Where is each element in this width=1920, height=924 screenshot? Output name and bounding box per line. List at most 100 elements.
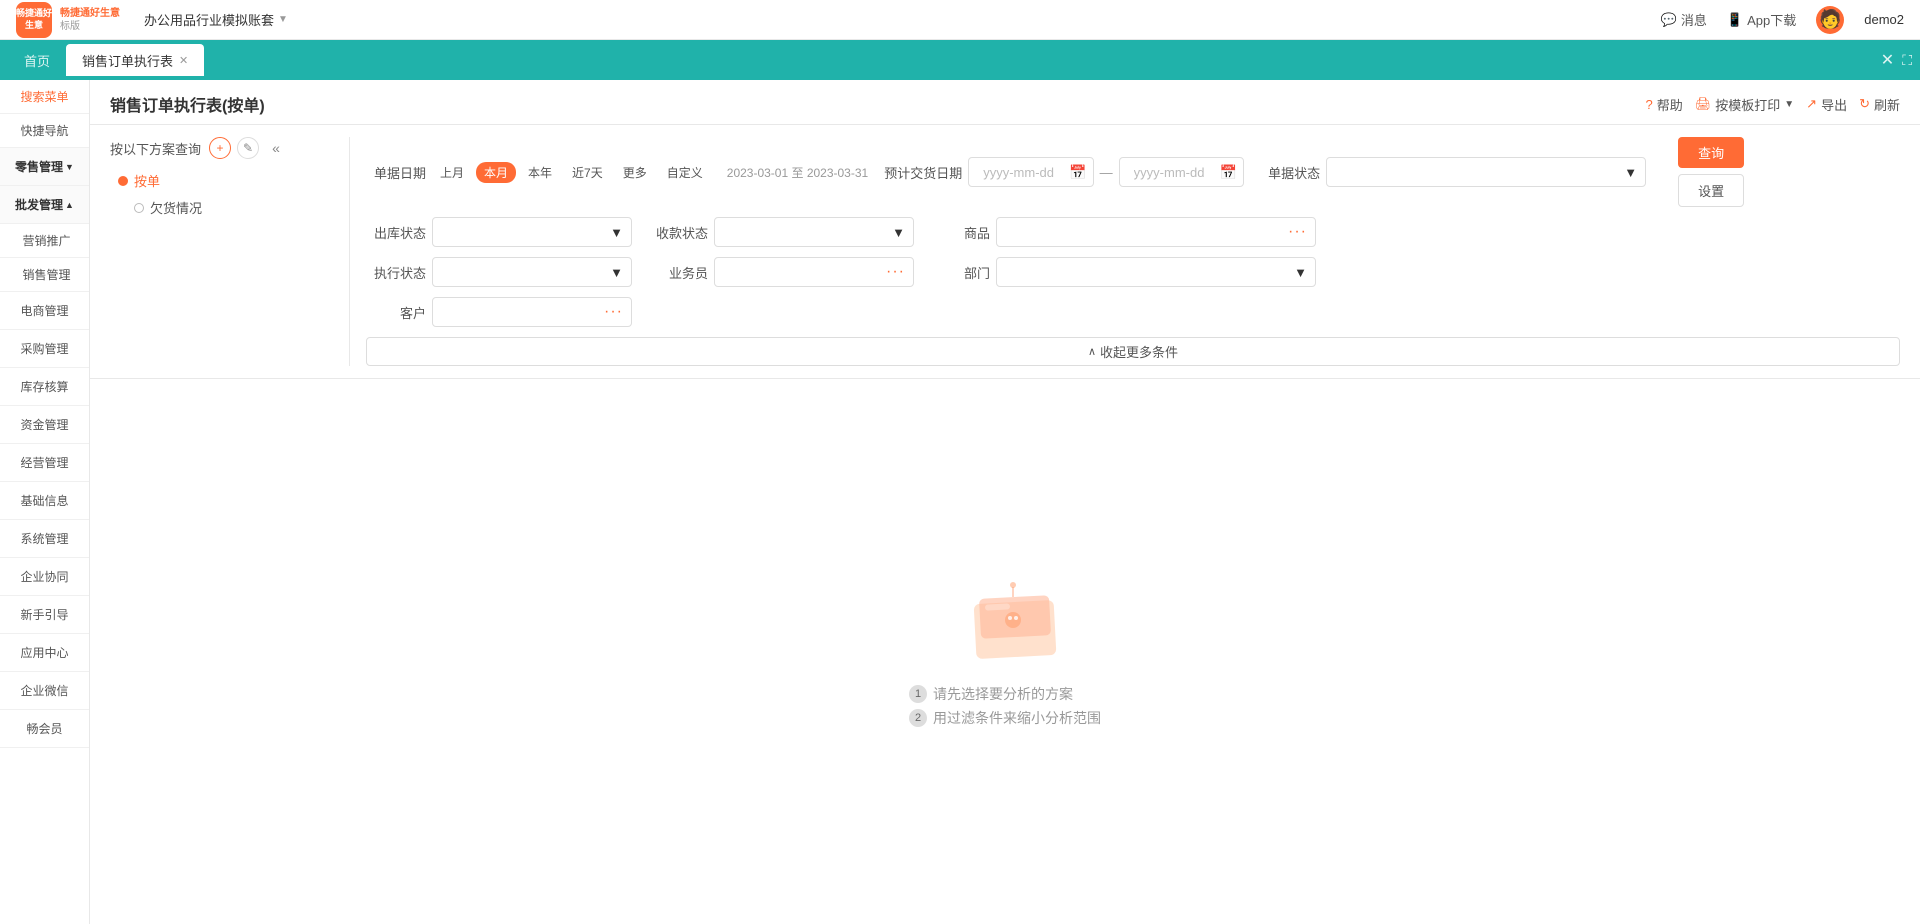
refresh-btn[interactable]: ↻ 刷新 (1859, 95, 1900, 114)
sidebar-item-sales[interactable]: 销售管理 (0, 258, 89, 292)
customer-select[interactable]: ··· (432, 297, 632, 327)
date-tabs-group: 上月 本月 本年 近7天 更多 自定义 (432, 162, 711, 183)
gray-circle-icon (134, 203, 144, 213)
plan-item-overdue[interactable]: 欠货情况 (110, 194, 333, 221)
sidebar-item-enterprise[interactable]: 企业协同 (0, 558, 89, 596)
filter-date-field: 单据日期 上月 本月 本年 近7天 更多 自定义 (366, 162, 711, 183)
date-tab-this-year[interactable]: 本年 (520, 162, 560, 183)
tab-sales-exec[interactable]: 销售订单执行表 ✕ (66, 44, 204, 76)
more-dots-salesperson-icon[interactable]: ··· (886, 263, 905, 281)
brand-name: 畅捷通好生意 (60, 7, 120, 20)
salesperson-label: 业务员 (648, 263, 708, 282)
filter-outbound-status: 出库状态 ▼ (366, 217, 632, 247)
date-tab-last-7[interactable]: 近7天 (564, 162, 611, 183)
plan-label-overdue: 欠货情况 (150, 198, 202, 217)
sidebar-item-system[interactable]: 系统管理 (0, 520, 89, 558)
sidebar-item-inventory[interactable]: 库存核算 (0, 368, 89, 406)
collapse-plan-btn[interactable]: « (265, 137, 287, 159)
tab-home-label: 首页 (24, 51, 50, 70)
date-tab-more[interactable]: 更多 (615, 162, 655, 183)
close-window-icon[interactable]: ✕ (1881, 50, 1894, 70)
sidebar-item-retail[interactable]: 零售管理 ▼ (0, 148, 89, 186)
top-bar: 畅捷通好生意 畅捷通好生意 标版 办公用品行业模拟账套 ▼ 💬 消息 📱 App… (0, 0, 1920, 40)
filter-goods: 商品 ··· (930, 217, 1316, 247)
message-btn[interactable]: 💬 消息 (1661, 10, 1707, 29)
doc-status-select[interactable]: ▼ (1326, 157, 1646, 187)
app-download-btn[interactable]: 📱 App下载 (1727, 10, 1796, 29)
message-icon: 💬 (1661, 12, 1677, 28)
query-button[interactable]: 查询 (1678, 137, 1744, 168)
main-content: 1 请先选择要分析的方案 2 用过滤条件来缩小分析范围 (90, 379, 1920, 924)
export-btn[interactable]: ↗ 导出 (1806, 95, 1847, 114)
date-tab-last-month[interactable]: 上月 (432, 162, 472, 183)
plan-item-by-order[interactable]: 按单 (110, 167, 333, 194)
sidebar-item-marketing[interactable]: 营销推广 (0, 224, 89, 258)
chevron-down-icon: ▼ (610, 225, 623, 240)
tip-2: 2 用过滤条件来缩小分析范围 (909, 708, 1101, 728)
sidebar-item-ecommerce[interactable]: 电商管理 (0, 292, 89, 330)
payment-status-select[interactable]: ▼ (714, 217, 914, 247)
goods-select[interactable]: ··· (996, 217, 1316, 247)
date-tab-custom[interactable]: 自定义 (659, 162, 711, 183)
edit-plan-btn[interactable]: ✎ (237, 137, 259, 159)
brand-logo: 畅捷通好生意 (16, 2, 52, 38)
expected-date-end-input[interactable] (1126, 161, 1216, 184)
message-label: 消息 (1681, 10, 1707, 29)
page-title: 销售订单执行表(按单) (110, 92, 265, 116)
sidebar-search-menu[interactable]: 搜索菜单 (0, 80, 89, 114)
app-selector[interactable]: 办公用品行业模拟账套 ▼ (144, 10, 288, 29)
dept-select[interactable]: ▼ (996, 257, 1316, 287)
outbound-status-label: 出库状态 (366, 223, 426, 242)
expected-date-start-input[interactable] (975, 161, 1065, 184)
sidebar-item-wholesale[interactable]: 批发管理 ▲ (0, 186, 89, 224)
chevron-icon: ▼ (65, 162, 74, 172)
filter-row-2: 出库状态 ▼ 收款状态 ▼ 商品 (366, 217, 1900, 247)
filter-row-3: 执行状态 ▼ 业务员 ··· 部门 (366, 257, 1900, 287)
sidebar-item-finance[interactable]: 资金管理 (0, 406, 89, 444)
dept-label: 部门 (930, 263, 990, 282)
plan-label-by-order: 按单 (134, 171, 160, 190)
add-plan-btn[interactable]: + (209, 137, 231, 159)
empty-illustration (955, 572, 1075, 672)
collapse-label: 收起更多条件 (1100, 342, 1178, 361)
collapse-button[interactable]: ∧ 收起更多条件 (366, 337, 1900, 366)
expected-date-start-wrap: 📅 (968, 157, 1093, 187)
help-btn[interactable]: ? 帮助 (1645, 95, 1682, 114)
sidebar-item-member[interactable]: 畅会员 (0, 710, 89, 748)
date-tab-this-month[interactable]: 本月 (476, 162, 516, 183)
settings-button[interactable]: 设置 (1678, 174, 1744, 207)
more-dots-icon[interactable]: ··· (1288, 223, 1307, 241)
sidebar-quick-nav[interactable]: 快捷导航 (0, 114, 89, 148)
avatar[interactable]: 🧑 (1816, 6, 1844, 34)
section-title-label: 按以下方案查询 (110, 139, 201, 158)
page-header: 销售订单执行表(按单) ? 帮助 🖨 按模板打印 ▼ ↗ 导出 ↻ 刷新 (90, 80, 1920, 125)
tab-home[interactable]: 首页 (8, 44, 66, 76)
help-icon: ? (1645, 97, 1652, 112)
sidebar-item-corp-wechat[interactable]: 企业微信 (0, 672, 89, 710)
calendar-end-icon[interactable]: 📅 (1220, 164, 1237, 181)
filter-date-range-display: 2023-03-01 至 2023-03-31 (727, 164, 868, 181)
sidebar-item-apps[interactable]: 应用中心 (0, 634, 89, 672)
sidebar-item-operations[interactable]: 经营管理 (0, 444, 89, 482)
sidebar-item-basic[interactable]: 基础信息 (0, 482, 89, 520)
filter-plan-actions: + ✎ « (209, 137, 287, 159)
filter-dept: 部门 ▼ (930, 257, 1316, 287)
print-btn[interactable]: 🖨 按模板打印 ▼ (1695, 95, 1794, 114)
maximize-icon[interactable]: ⛶ (1902, 52, 1912, 69)
refresh-icon: ↻ (1859, 96, 1870, 112)
date-range-text: 2023-03-01 至 2023-03-31 (727, 164, 868, 181)
sidebar-item-wholesale-label: 批发管理 (15, 196, 63, 213)
outbound-status-select[interactable]: ▼ (432, 217, 632, 247)
more-dots-customer-icon[interactable]: ··· (604, 303, 623, 321)
calendar-start-icon[interactable]: 📅 (1069, 164, 1086, 181)
user-name: demo2 (1864, 12, 1904, 27)
close-icon[interactable]: ✕ (179, 54, 188, 67)
salesperson-select[interactable]: ··· (714, 257, 914, 287)
sidebar-item-purchase[interactable]: 采购管理 (0, 330, 89, 368)
filter-plan-title: 按以下方案查询 + ✎ « (110, 137, 333, 159)
download-label: App下载 (1747, 10, 1796, 29)
exec-status-select[interactable]: ▼ (432, 257, 632, 287)
tab-bar-right: ✕ ⛶ (1881, 50, 1912, 70)
brand-subtitle: 标版 (60, 20, 120, 33)
sidebar-item-guide[interactable]: 新手引导 (0, 596, 89, 634)
